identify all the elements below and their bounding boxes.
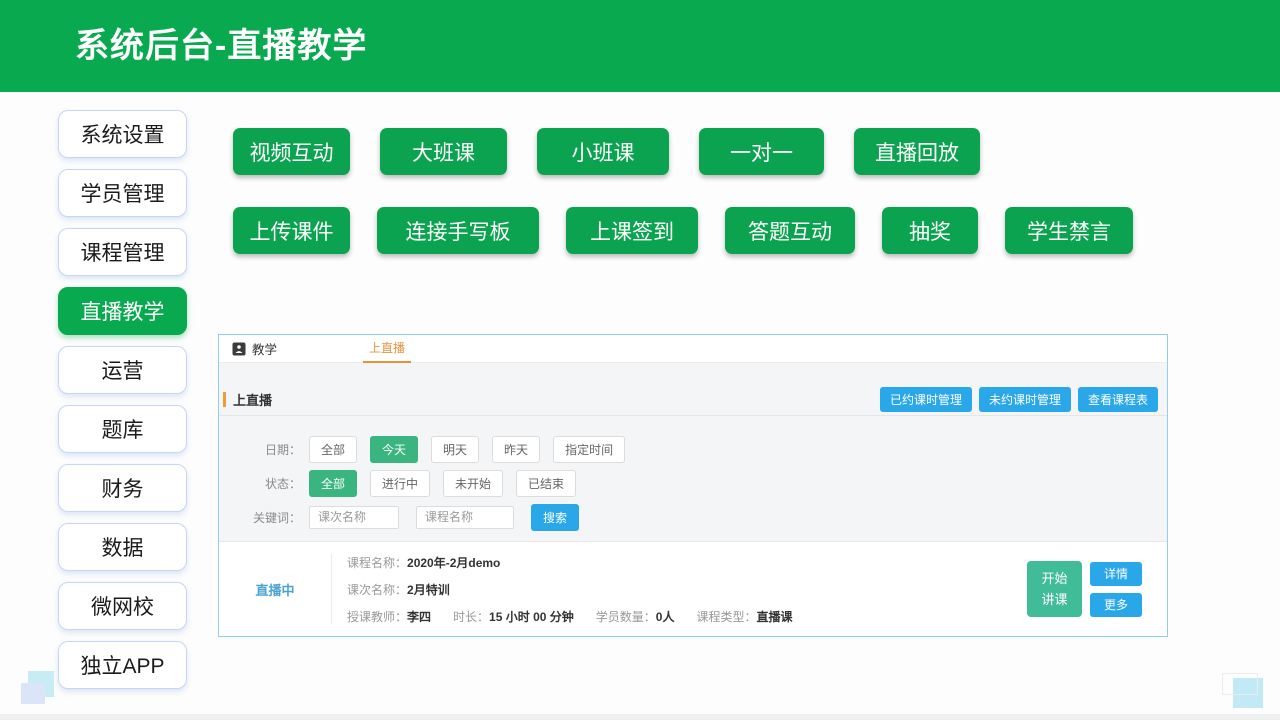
teacher-group: 授课教师： 李四 xyxy=(347,608,431,625)
feature-quiz-interaction-button[interactable]: 答题互动 xyxy=(725,207,855,254)
feature-class-signin-button[interactable]: 上课签到 xyxy=(566,207,698,254)
students-value: 0人 xyxy=(656,608,675,625)
date-today-chip[interactable]: 今天 xyxy=(370,436,418,463)
bottom-strip xyxy=(0,714,1280,720)
page: 系统后台-直播教学 系统设置 学员管理 课程管理 直播教学 运营 题库 财务 数… xyxy=(0,0,1280,720)
status-all-chip[interactable]: 全部 xyxy=(309,470,357,497)
course-meta-line: 授课教师： 李四 时长： 15 小时 00 分钟 学员数量： 0人 课程类型： … xyxy=(347,603,1027,630)
filter-keyword-label: 关键词： xyxy=(245,509,301,526)
filter-date-row: 日期： 全部 今天 明天 昨天 指定时间 xyxy=(245,437,1167,461)
page-title: 系统后台-直播教学 xyxy=(0,0,1280,92)
row-divider xyxy=(331,554,332,624)
course-name-line: 课程名称： 2020年-2月demo xyxy=(347,549,1027,576)
filters: 日期： 全部 今天 明天 昨天 指定时间 状态： 全部 进行中 未开始 已结束 … xyxy=(219,416,1167,529)
feature-large-class-button[interactable]: 大班课 xyxy=(380,128,507,175)
section-header-row: 上直播 已约课时管理 未约课时管理 查看课程表 xyxy=(219,389,1167,409)
feature-handwriting-board-button[interactable]: 连接手写板 xyxy=(377,207,539,254)
feature-row-2: 上传课件 连接手写板 上课签到 答题互动 抽奖 学生禁言 xyxy=(233,207,1213,254)
section-accent-bar xyxy=(223,392,226,407)
feature-video-interaction-button[interactable]: 视频互动 xyxy=(233,128,350,175)
sidebar-item-data[interactable]: 数据 xyxy=(58,523,187,571)
students-group: 学员数量： 0人 xyxy=(596,608,675,625)
start-teaching-button[interactable]: 开始讲课 xyxy=(1027,561,1082,617)
filter-status-row: 状态： 全部 进行中 未开始 已结束 xyxy=(245,471,1167,495)
lesson-name-input[interactable] xyxy=(309,506,399,529)
duration-label: 时长： xyxy=(453,608,489,625)
row-mini-buttons: 详情 更多 xyxy=(1090,562,1142,617)
sidebar-item-operations[interactable]: 运营 xyxy=(58,346,187,394)
sidebar: 系统设置 学员管理 课程管理 直播教学 运营 题库 财务 数据 微网校 独立AP… xyxy=(58,110,187,689)
course-type-group: 课程类型： 直播课 xyxy=(696,608,792,625)
filter-date-label: 日期： xyxy=(245,441,301,458)
course-name-label: 课程名称： xyxy=(347,554,407,571)
row-actions: 开始讲课 详情 更多 xyxy=(1027,561,1142,617)
lesson-name-label: 课次名称： xyxy=(347,581,407,598)
feature-small-class-button[interactable]: 小班课 xyxy=(537,128,669,175)
app-label: 教学 xyxy=(252,339,277,358)
unbooked-lessons-button[interactable]: 未约课时管理 xyxy=(979,387,1071,412)
sidebar-item-micro-school[interactable]: 微网校 xyxy=(58,582,187,630)
tab-live-broadcast[interactable]: 上直播 xyxy=(363,335,411,363)
teaching-app-icon xyxy=(232,342,246,356)
lesson-name-value: 2月特训 xyxy=(407,581,450,598)
more-button[interactable]: 更多 xyxy=(1090,593,1142,617)
sidebar-item-student-mgmt[interactable]: 学员管理 xyxy=(58,169,187,217)
feature-mute-students-button[interactable]: 学生禁言 xyxy=(1005,207,1133,254)
feature-one-on-one-button[interactable]: 一对一 xyxy=(699,128,824,175)
lesson-name-line: 课次名称： 2月特训 xyxy=(347,576,1027,603)
date-tomorrow-chip[interactable]: 明天 xyxy=(431,436,479,463)
live-status-badge: 直播中 xyxy=(219,580,331,599)
sidebar-item-standalone-app[interactable]: 独立APP xyxy=(58,641,187,689)
teacher-value: 李四 xyxy=(407,608,431,625)
filter-status-label: 状态： xyxy=(245,475,301,492)
course-name-input[interactable] xyxy=(416,506,514,529)
sidebar-item-system-settings[interactable]: 系统设置 xyxy=(58,110,187,158)
filter-keyword-row: 关键词： 搜索 xyxy=(245,505,1167,529)
status-ongoing-chip[interactable]: 进行中 xyxy=(370,470,430,497)
teacher-label: 授课教师： xyxy=(347,608,407,625)
feature-live-replay-button[interactable]: 直播回放 xyxy=(854,128,980,175)
course-type-value: 直播课 xyxy=(756,608,792,625)
feature-row-1: 视频互动 大班课 小班课 一对一 直播回放 xyxy=(233,128,1213,175)
duration-group: 时长： 15 小时 00 分钟 xyxy=(453,608,574,625)
status-notstarted-chip[interactable]: 未开始 xyxy=(443,470,503,497)
view-schedule-button[interactable]: 查看课程表 xyxy=(1078,387,1158,412)
panel-tabbar: 教学 上直播 xyxy=(219,335,1167,363)
sidebar-item-question-bank[interactable]: 题库 xyxy=(58,405,187,453)
live-admin-panel: 教学 上直播 上直播 已约课时管理 未约课时管理 查看课程表 日期： 全部 今天… xyxy=(218,334,1168,637)
course-type-label: 课程类型： xyxy=(696,608,756,625)
status-ended-chip[interactable]: 已结束 xyxy=(516,470,576,497)
course-name-value: 2020年-2月demo xyxy=(407,554,500,571)
date-yesterday-chip[interactable]: 昨天 xyxy=(492,436,540,463)
feature-upload-courseware-button[interactable]: 上传课件 xyxy=(233,207,350,254)
booked-lessons-button[interactable]: 已约课时管理 xyxy=(880,387,972,412)
section-title: 上直播 xyxy=(233,390,272,409)
feature-buttons: 视频互动 大班课 小班课 一对一 直播回放 上传课件 连接手写板 上课签到 答题… xyxy=(233,128,1213,254)
sidebar-item-finance[interactable]: 财务 xyxy=(58,464,187,512)
decor-square-right-frame xyxy=(1222,673,1258,695)
duration-value: 15 小时 00 分钟 xyxy=(489,608,574,625)
course-details: 课程名称： 2020年-2月demo 课次名称： 2月特训 授课教师： 李四 时… xyxy=(347,549,1027,630)
students-label: 学员数量： xyxy=(596,608,656,625)
panel-actions: 已约课时管理 未约课时管理 查看课程表 xyxy=(880,387,1158,412)
course-row: 直播中 课程名称： 2020年-2月demo 课次名称： 2月特训 授课教师： … xyxy=(219,541,1167,636)
date-custom-chip[interactable]: 指定时间 xyxy=(553,436,625,463)
date-all-chip[interactable]: 全部 xyxy=(309,436,357,463)
search-button[interactable]: 搜索 xyxy=(531,504,579,531)
page-header: 系统后台-直播教学 xyxy=(0,0,1280,92)
sidebar-item-course-mgmt[interactable]: 课程管理 xyxy=(58,228,187,276)
detail-button[interactable]: 详情 xyxy=(1090,562,1142,586)
sidebar-item-live-teaching[interactable]: 直播教学 xyxy=(58,287,187,335)
feature-lottery-button[interactable]: 抽奖 xyxy=(882,207,978,254)
decor-square-left-lavender xyxy=(21,683,45,704)
